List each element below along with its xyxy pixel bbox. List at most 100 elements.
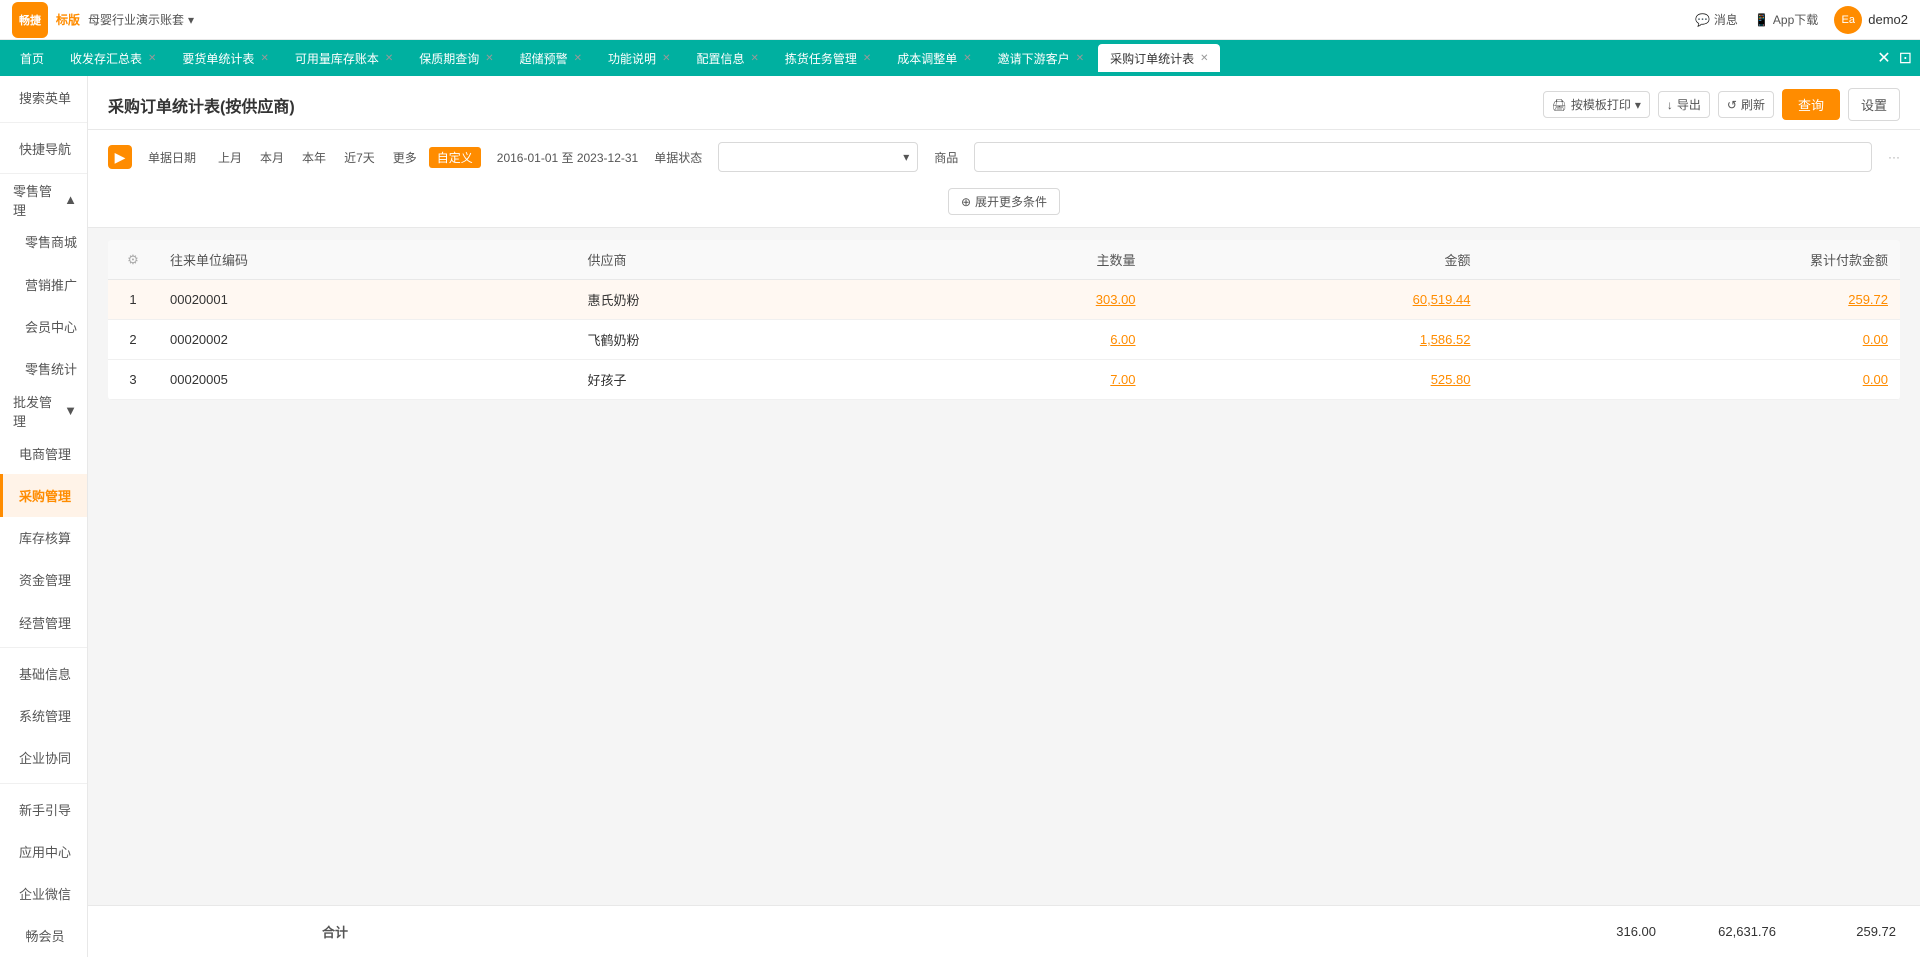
row-num-1: 2 xyxy=(108,320,158,360)
tab-close-purchase-summary[interactable]: ✕ xyxy=(1200,53,1208,64)
col-settings[interactable]: ⚙ xyxy=(108,240,158,280)
sidebar-item-marketing[interactable]: 营销推广 xyxy=(0,263,87,305)
tab-cost-adjust[interactable]: 成本调整单 ✕ xyxy=(885,44,983,72)
download-icon: 📱 xyxy=(1754,13,1769,27)
avatar: Ea xyxy=(1834,6,1862,34)
date-custom-button[interactable]: 自定义 xyxy=(429,147,481,168)
top-bar-right: 💬 消息 📱 App下载 Ea demo2 xyxy=(1695,6,1908,34)
tab-overstock-warning[interactable]: 超储预警 ✕ xyxy=(508,44,594,72)
sidebar-divider-4 xyxy=(0,783,87,784)
tab-close-expiry-query[interactable]: ✕ xyxy=(485,53,493,64)
goods-more-icon[interactable]: ··· xyxy=(1888,150,1900,164)
sidebar-item-ops-mgmt[interactable]: 经营管理 xyxy=(0,601,87,643)
footer-paid: 259.72 xyxy=(1788,916,1908,947)
tab-config-info[interactable]: 配置信息 ✕ xyxy=(684,44,770,72)
app-name: 标版 xyxy=(56,11,80,28)
date-btn-more[interactable]: 更多 xyxy=(387,147,423,168)
table-footer: 合计 316.00 62,631.76 259.72 xyxy=(88,905,1920,957)
tab-close-config-info[interactable]: ✕ xyxy=(750,53,758,64)
col-code: 往来单位编码 xyxy=(158,240,575,280)
sidebar-item-vip-member[interactable]: 畅会员 xyxy=(0,915,87,957)
tab-inventory-ledger[interactable]: 可用量库存账本 ✕ xyxy=(283,44,405,72)
tab-expiry-query[interactable]: 保质期查询 ✕ xyxy=(407,44,505,72)
sidebar-divider-3 xyxy=(0,647,87,648)
date-btn-this-year[interactable]: 本年 xyxy=(296,147,332,168)
tab-close-picking-task[interactable]: ✕ xyxy=(863,53,871,64)
table-row[interactable]: 2 00020002 飞鹤奶粉 6.00 1,586.52 0.00 xyxy=(108,320,1900,360)
footer-summary-table: 合计 316.00 62,631.76 259.72 xyxy=(100,916,1908,947)
chevron-right-icon: ▼ xyxy=(64,403,77,418)
app-download-button[interactable]: 📱 App下载 xyxy=(1754,11,1818,28)
tab-close-function-desc[interactable]: ✕ xyxy=(662,53,670,64)
sidebar-item-finance-mgmt[interactable]: 资金管理 xyxy=(0,559,87,601)
sidebar-item-enterprise-collab[interactable]: 企业协同 xyxy=(0,737,87,779)
tab-close-cost-adjust[interactable]: ✕ xyxy=(963,53,971,64)
date-label: 单据日期 xyxy=(148,149,196,166)
expand-tabs-button[interactable]: ⊡ xyxy=(1899,48,1912,68)
table-row[interactable]: 1 00020001 惠氏奶粉 303.00 60,519.44 259.72 xyxy=(108,280,1900,320)
sidebar: 搜索英单 快捷导航 零售管理 ▲ 零售商城 营销推广 会员中心 零售统计 批发管… xyxy=(0,76,88,957)
print-button[interactable]: 🖨 按模板打印 ▾ xyxy=(1543,91,1650,118)
tab-picking-task[interactable]: 拣货任务管理 ✕ xyxy=(773,44,883,72)
query-button[interactable]: 查询 xyxy=(1782,89,1840,120)
row-num-2: 3 xyxy=(108,360,158,400)
settings-button[interactable]: 设置 xyxy=(1848,88,1900,121)
table-row[interactable]: 3 00020005 好孩子 7.00 525.80 0.00 xyxy=(108,360,1900,400)
sidebar-item-inventory-check[interactable]: 库存核算 xyxy=(0,517,87,559)
col-qty: 主数量 xyxy=(887,240,1148,280)
user-area[interactable]: Ea demo2 xyxy=(1834,6,1908,34)
tab-receive-summary[interactable]: 收发存汇总表 ✕ xyxy=(58,44,168,72)
sidebar-item-wholesale-mgmt[interactable]: 批发管理 ▼ xyxy=(0,390,87,432)
nav-tabs: 首页 收发存汇总表 ✕ 要货单统计表 ✕ 可用量库存账本 ✕ 保质期查询 ✕ 超… xyxy=(0,40,1920,76)
sidebar-item-app-center[interactable]: 应用中心 xyxy=(0,830,87,872)
date-btn-this-month[interactable]: 本月 xyxy=(254,147,290,168)
sidebar-item-new-guide[interactable]: 新手引导 xyxy=(0,788,87,830)
sidebar-item-search[interactable]: 搜索英单 xyxy=(0,76,87,118)
table-area: ⚙ 往来单位编码 供应商 主数量 金额 xyxy=(88,228,1920,905)
expand-more-conditions-button[interactable]: ⊕ 展开更多条件 xyxy=(948,188,1060,215)
date-btn-7days[interactable]: 近7天 xyxy=(338,147,381,168)
tab-close-overstock-warning[interactable]: ✕ xyxy=(574,53,582,64)
row-supplier-1: 飞鹤奶粉 xyxy=(575,320,886,360)
row-amount-0: 60,519.44 xyxy=(1148,280,1483,320)
sidebar-item-retail-store[interactable]: 零售商城 xyxy=(0,221,87,263)
tab-order-summary[interactable]: 要货单统计表 ✕ xyxy=(170,44,280,72)
refresh-button[interactable]: ↺ 刷新 xyxy=(1718,91,1774,118)
sidebar-item-basic-info[interactable]: 基础信息 xyxy=(0,652,87,694)
sidebar-item-ecommerce-mgmt[interactable]: 电商管理 xyxy=(0,432,87,474)
message-button[interactable]: 💬 消息 xyxy=(1695,11,1738,28)
row-code-1: 00020002 xyxy=(158,320,575,360)
filter-toggle-button[interactable]: ▶ xyxy=(108,145,132,169)
sidebar-item-quick-nav[interactable]: 快捷导航 xyxy=(0,127,87,169)
sidebar-item-purchase-mgmt[interactable]: 采购管理 xyxy=(0,474,87,516)
tab-function-desc[interactable]: 功能说明 ✕ xyxy=(596,44,682,72)
row-qty-2: 7.00 xyxy=(887,360,1148,400)
workspace-selector[interactable]: 母婴行业演示账套 ▾ xyxy=(88,11,194,28)
date-range-display: 2016-01-01 至 2023-12-31 xyxy=(497,149,638,166)
close-all-tabs-button[interactable]: ✕ xyxy=(1877,48,1890,68)
row-paid-0: 259.72 xyxy=(1482,280,1900,320)
tab-close-inventory-ledger[interactable]: ✕ xyxy=(385,53,393,64)
sidebar-item-enterprise-wechat[interactable]: 企业微信 xyxy=(0,873,87,915)
sidebar-item-member-center[interactable]: 会员中心 xyxy=(0,305,87,347)
column-settings-icon[interactable]: ⚙ xyxy=(127,252,139,267)
goods-input[interactable] xyxy=(974,142,1872,172)
date-btn-last-month[interactable]: 上月 xyxy=(212,147,248,168)
status-select[interactable]: ▾ xyxy=(718,142,918,172)
export-button[interactable]: ↓ 导出 xyxy=(1658,91,1710,118)
footer-qty: 316.00 xyxy=(1548,916,1668,947)
sidebar-item-retail-stats[interactable]: 零售统计 xyxy=(0,348,87,390)
tab-home[interactable]: 首页 xyxy=(8,44,56,72)
tab-purchase-summary[interactable]: 采购订单统计表 ✕ xyxy=(1098,44,1220,72)
tab-close-receive-summary[interactable]: ✕ xyxy=(148,53,156,64)
tab-invite-downstream[interactable]: 邀请下游客户 ✕ xyxy=(986,44,1096,72)
main-layout: 搜索英单 快捷导航 零售管理 ▲ 零售商城 营销推广 会员中心 零售统计 批发管… xyxy=(0,76,1920,957)
table-body: 1 00020001 惠氏奶粉 303.00 60,519.44 259.72 … xyxy=(108,280,1900,400)
tab-close-invite-downstream[interactable]: ✕ xyxy=(1076,53,1084,64)
content-area: 采购订单统计表(按供应商) 🖨 按模板打印 ▾ ↓ 导出 ↺ 刷新 查询 xyxy=(88,76,1920,957)
footer-label: 合计 xyxy=(310,916,1548,947)
row-paid-2: 0.00 xyxy=(1482,360,1900,400)
tab-close-order-summary[interactable]: ✕ xyxy=(260,53,268,64)
sidebar-item-system-mgmt[interactable]: 系统管理 xyxy=(0,695,87,737)
sidebar-item-retail-mgmt[interactable]: 零售管理 ▲ xyxy=(0,178,87,220)
